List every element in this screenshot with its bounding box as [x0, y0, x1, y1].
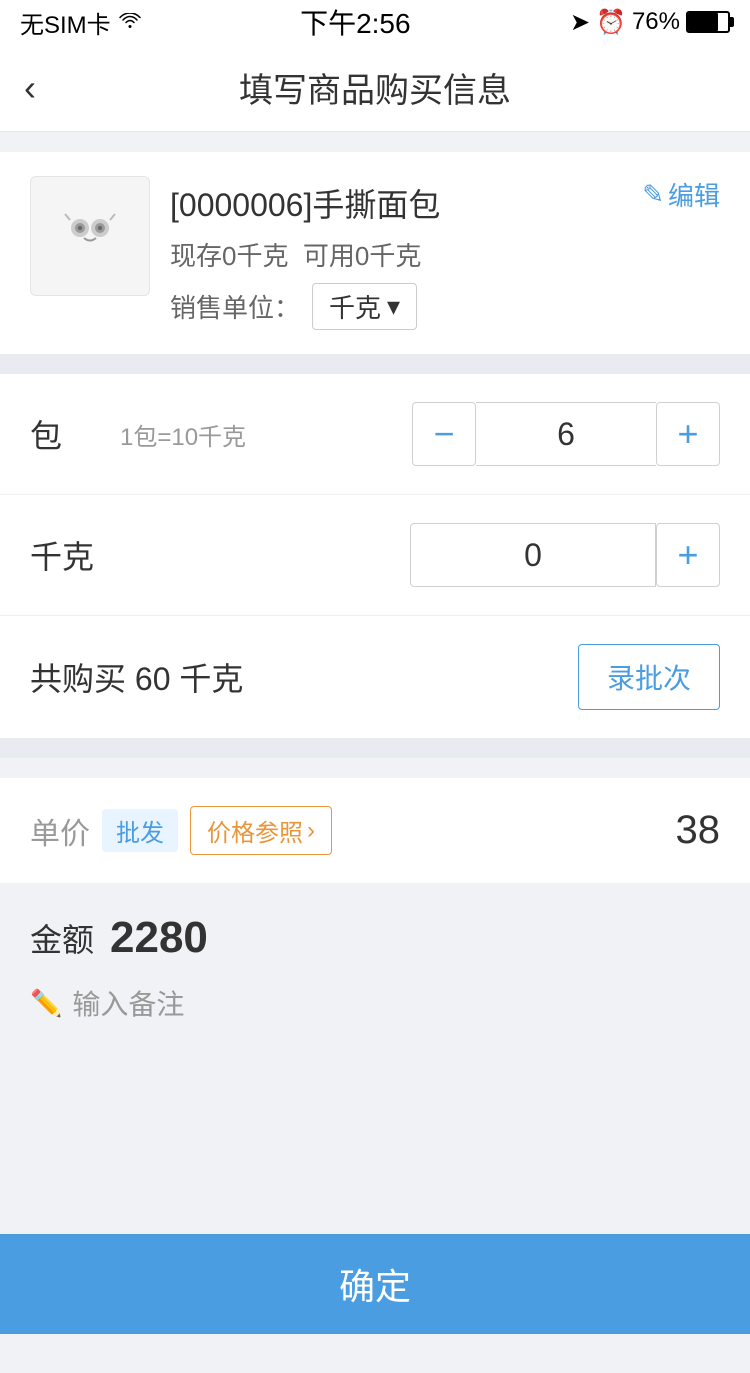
- product-thumbnail: [60, 206, 120, 266]
- package-decrement-button[interactable]: −: [412, 402, 476, 466]
- status-left: 无SIM卡: [20, 5, 141, 40]
- package-label: 包: [30, 411, 110, 457]
- package-quantity-control: − +: [412, 402, 720, 466]
- status-right: ➤ ⏰ 76%: [570, 8, 730, 37]
- kg-label: 千克: [30, 532, 110, 578]
- amount-value: 2280: [110, 913, 208, 963]
- price-label: 单价: [30, 809, 90, 853]
- product-image: [30, 176, 150, 296]
- back-button[interactable]: ‹: [24, 67, 36, 109]
- package-hint: 1包=10千克: [120, 417, 412, 452]
- price-label-group: 单价 批发 价格参照 ›: [30, 806, 332, 855]
- carrier-text: 无SIM卡: [20, 5, 111, 40]
- price-section: 单价 批发 价格参照 › 38: [0, 778, 750, 883]
- input-section: 包 1包=10千克 − + 千克 +: [0, 374, 750, 616]
- amount-section: 金额 2280 ✏️ 输入备注: [0, 883, 750, 1033]
- edit-button[interactable]: ✎ 编辑: [642, 176, 720, 213]
- product-name: [0000006]手撕面包: [170, 180, 720, 226]
- alarm-icon: ⏰: [596, 8, 626, 37]
- section-divider-2: [0, 738, 750, 758]
- kg-input-row: 千克 +: [0, 495, 750, 616]
- package-input-row: 包 1包=10千克 − +: [0, 374, 750, 495]
- price-reference-button[interactable]: 价格参照 ›: [190, 806, 332, 855]
- location-icon: ➤: [570, 8, 590, 37]
- price-value: 38: [676, 808, 721, 853]
- batch-button[interactable]: 录批次: [578, 644, 720, 710]
- product-card: [0000006]手撕面包 现存0千克 可用0千克 销售单位： 千克 ▾ ✎ 编…: [0, 152, 750, 354]
- product-unit-row: 销售单位： 千克 ▾: [170, 283, 720, 330]
- section-divider-1: [0, 354, 750, 374]
- kg-increment-button[interactable]: +: [656, 523, 720, 587]
- price-tag: 批发: [102, 809, 178, 852]
- remark-label: 输入备注: [72, 983, 184, 1023]
- total-row: 共购买 60 千克 录批次: [0, 616, 750, 738]
- nav-bar: ‹ 填写商品购买信息: [0, 44, 750, 132]
- product-stock: 现存0千克 可用0千克: [170, 236, 720, 273]
- product-info: [0000006]手撕面包 现存0千克 可用0千克 销售单位： 千克 ▾: [170, 176, 720, 330]
- status-time: 下午2:56: [300, 2, 411, 42]
- package-increment-button[interactable]: +: [656, 402, 720, 466]
- remark-row[interactable]: ✏️ 输入备注: [30, 983, 720, 1023]
- unit-selector[interactable]: 千克 ▾: [312, 283, 417, 330]
- unit-label: 销售单位：: [170, 288, 300, 325]
- battery-percentage: 76%: [632, 8, 680, 36]
- edit-icon: ✎: [642, 179, 664, 210]
- total-text: 共购买 60 千克: [30, 654, 243, 700]
- status-bar: 无SIM卡 下午2:56 ➤ ⏰ 76%: [0, 0, 750, 44]
- kg-quantity-input[interactable]: [410, 523, 656, 587]
- amount-row: 金额 2280: [30, 913, 720, 963]
- wifi-icon: [119, 8, 141, 36]
- price-ref-arrow: ›: [307, 817, 315, 845]
- amount-label: 金额: [30, 915, 94, 961]
- page-title: 填写商品购买信息: [239, 63, 511, 112]
- pencil-icon: ✏️: [30, 988, 62, 1019]
- package-quantity-input[interactable]: [476, 402, 656, 466]
- confirm-button[interactable]: 确定: [0, 1234, 750, 1334]
- battery-icon: [686, 11, 730, 33]
- kg-quantity-control: +: [410, 523, 720, 587]
